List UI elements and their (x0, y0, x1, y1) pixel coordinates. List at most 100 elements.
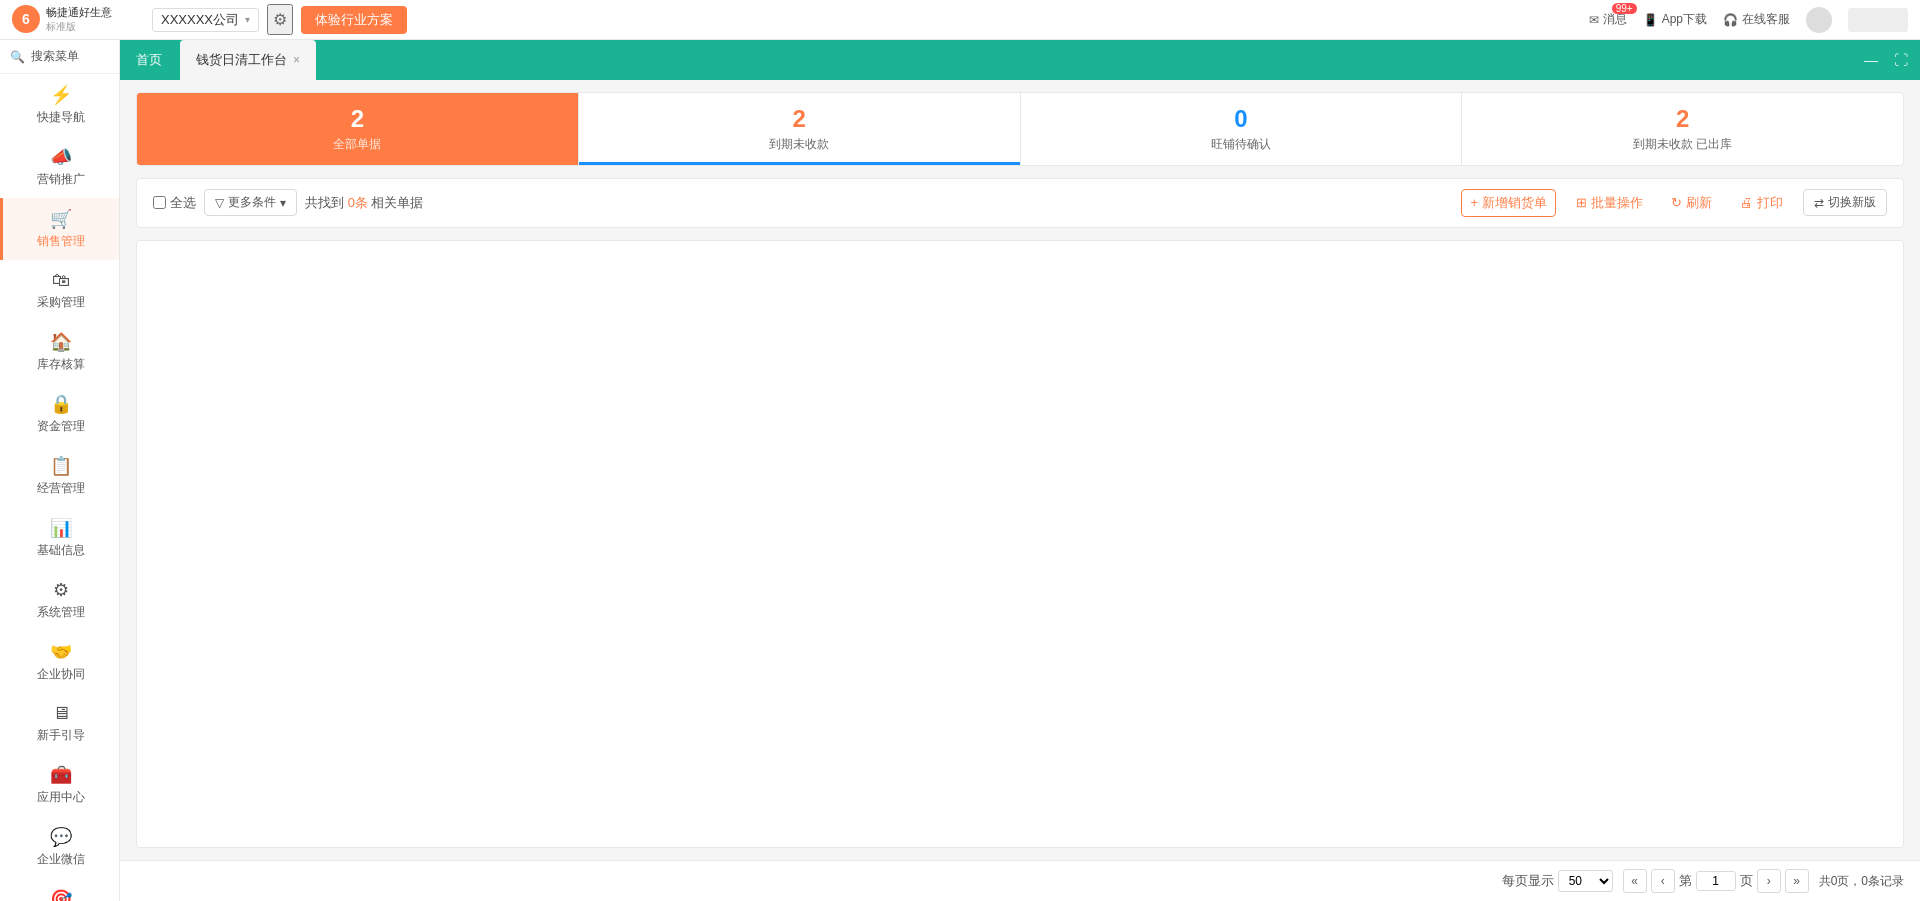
stat-tab-shipped[interactable]: 2 到期未收款 已出库 (1462, 93, 1903, 165)
company-selector[interactable]: XXXXXX公司 ▾ (152, 8, 259, 32)
tab-maximize-button[interactable]: ⛶ (1890, 48, 1912, 72)
switch-btn-label: 切换新版 (1828, 194, 1876, 211)
chevron-down-icon: ▾ (245, 14, 250, 25)
current-page-input[interactable] (1696, 871, 1736, 891)
search-menu-item[interactable]: 🔍 搜索菜单 (0, 40, 119, 74)
filter-icon: ▽ (215, 196, 224, 210)
operation-icon: 📋 (50, 455, 72, 477)
basic-icon: 📊 (50, 517, 72, 539)
marketing-icon: 📣 (50, 146, 72, 168)
trial-button[interactable]: 体验行业方案 (301, 6, 407, 34)
online-service-button[interactable]: 🎧 在线客服 (1723, 11, 1790, 28)
add-sales-order-button[interactable]: + 新增销货单 (1461, 189, 1556, 217)
refresh-button[interactable]: ↻ 刷新 (1663, 190, 1720, 216)
select-all-input[interactable] (153, 196, 166, 209)
last-page-icon: » (1793, 874, 1800, 888)
logo-subtitle: 标准版 (46, 20, 112, 34)
logo-text: 畅捷通好生意 (46, 5, 112, 19)
select-all-checkbox[interactable]: 全选 (153, 194, 196, 212)
sidebar-item-guide[interactable]: 🖥 新手引导 (0, 693, 119, 754)
batch-icon: ⊞ (1576, 195, 1587, 210)
page-label-suffix: 页 (1740, 872, 1753, 890)
toolbar-left: 全选 ▽ 更多条件 ▾ 共找到 0条 相关单据 (153, 189, 1449, 216)
filter-btn-label: 更多条件 (228, 194, 276, 211)
sidebar-item-finance[interactable]: 🔒 资金管理 (0, 383, 119, 445)
sidebar-item-appstore[interactable]: 🧰 应用中心 (0, 754, 119, 816)
sidebar-item-label: 企业微信 (37, 851, 85, 868)
sidebar: 🔍 搜索菜单 ⚡ 快捷导航 📣 营销推广 🛒 销售管理 🛍 采购管理 🏠 库存核… (0, 40, 120, 901)
batch-btn-label: 批量操作 (1591, 194, 1643, 212)
tab-minimize-button[interactable]: — (1860, 48, 1882, 72)
avatar[interactable] (1806, 7, 1832, 33)
search-icon: 🔍 (10, 50, 25, 64)
stat-count-shipped: 2 (1478, 105, 1887, 134)
sidebar-item-quick-nav[interactable]: ⚡ 快捷导航 (0, 74, 119, 136)
next-page-button[interactable]: › (1757, 869, 1781, 893)
quick-nav-icon: ⚡ (50, 84, 72, 106)
sidebar-item-label: 企业协同 (37, 666, 85, 683)
print-button[interactable]: 🖨 打印 (1732, 190, 1791, 216)
per-page-selector: 每页显示 50 100 200 (1502, 870, 1613, 892)
refresh-btn-label: 刷新 (1686, 194, 1712, 212)
page-total: 共0页，0条记录 (1819, 873, 1904, 890)
sidebar-item-operation[interactable]: 📋 经营管理 (0, 445, 119, 507)
sidebar-item-basic[interactable]: 📊 基础信息 (0, 507, 119, 569)
tab-cashflow-label: 钱货日清工作台 (196, 51, 287, 69)
sidebar-item-cooperation[interactable]: 🤝 企业协同 (0, 631, 119, 693)
refresh-icon: ↻ (1671, 195, 1682, 210)
more-filter-button[interactable]: ▽ 更多条件 ▾ (204, 189, 297, 216)
settings-button[interactable]: ⚙ (267, 4, 293, 35)
select-all-label: 全选 (170, 194, 196, 212)
sidebar-item-sales[interactable]: 🛒 销售管理 (0, 198, 119, 260)
system-icon: ⚙ (53, 579, 69, 601)
table-wrapper (136, 240, 1904, 848)
sidebar-item-label: 资金管理 (37, 418, 85, 435)
tab-home-label: 首页 (136, 51, 162, 69)
appstore-icon: 🧰 (50, 764, 72, 786)
headset-icon: 🎧 (1723, 13, 1738, 27)
page-size-select[interactable]: 50 100 200 (1558, 870, 1613, 892)
sidebar-item-member[interactable]: 🎯 畅会员 (0, 878, 119, 901)
sidebar-item-inventory[interactable]: 🏠 库存核算 (0, 321, 119, 383)
finance-icon: 🔒 (50, 393, 72, 415)
app-download-button[interactable]: 📱 App下载 (1643, 11, 1707, 28)
tab-cashflow[interactable]: 钱货日清工作台 × (180, 40, 316, 80)
sidebar-item-label: 营销推广 (37, 171, 85, 188)
chevron-down-icon: ▾ (280, 196, 286, 210)
stat-tab-underline (579, 162, 1020, 165)
stat-count-all: 2 (153, 105, 562, 134)
switch-version-button[interactable]: ⇄ 切换新版 (1803, 189, 1887, 216)
next-page-icon: › (1767, 874, 1771, 888)
message-button[interactable]: ✉ 消息 99+ (1589, 11, 1627, 28)
stat-label-all: 全部单据 (153, 136, 562, 153)
sales-icon: 🛒 (50, 208, 72, 230)
page-label-prefix: 第 (1679, 872, 1692, 890)
tab-close-icon[interactable]: × (293, 53, 300, 67)
last-page-button[interactable]: » (1785, 869, 1809, 893)
batch-operation-button[interactable]: ⊞ 批量操作 (1568, 190, 1651, 216)
search-menu-label: 搜索菜单 (31, 48, 79, 65)
stat-tab-overdue[interactable]: 2 到期未收款 (579, 93, 1021, 165)
page-nav: « ‹ 第 页 › » (1623, 869, 1809, 893)
tab-bar: 首页 钱货日清工作台 × — ⛶ (120, 40, 1920, 80)
switch-icon: ⇄ (1814, 196, 1824, 210)
found-prefix: 共找到 (305, 195, 344, 210)
found-suffix: 相关单据 (371, 195, 423, 210)
sidebar-item-label: 库存核算 (37, 356, 85, 373)
stats-tabs: 2 全部单据 2 到期未收款 0 旺铺待确认 2 到期未收款 已出库 (136, 92, 1904, 166)
tab-home[interactable]: 首页 (120, 40, 178, 80)
sidebar-item-system[interactable]: ⚙ 系统管理 (0, 569, 119, 631)
message-icon: ✉ (1589, 13, 1599, 27)
stat-tab-pending[interactable]: 0 旺铺待确认 (1021, 93, 1463, 165)
prev-page-button[interactable]: ‹ (1651, 869, 1675, 893)
stat-tab-all[interactable]: 2 全部单据 (137, 93, 579, 165)
sidebar-item-purchase[interactable]: 🛍 采购管理 (0, 260, 119, 321)
content-area: 2 全部单据 2 到期未收款 0 旺铺待确认 2 到期未收款 已出库 (120, 80, 1920, 860)
user-name-area[interactable] (1848, 8, 1908, 32)
sidebar-item-marketing[interactable]: 📣 营销推广 (0, 136, 119, 198)
inventory-icon: 🏠 (50, 331, 72, 353)
sidebar-item-wechat[interactable]: 💬 企业微信 (0, 816, 119, 878)
first-page-button[interactable]: « (1623, 869, 1647, 893)
sidebar-item-label: 应用中心 (37, 789, 85, 806)
print-btn-label: 打印 (1757, 194, 1783, 212)
